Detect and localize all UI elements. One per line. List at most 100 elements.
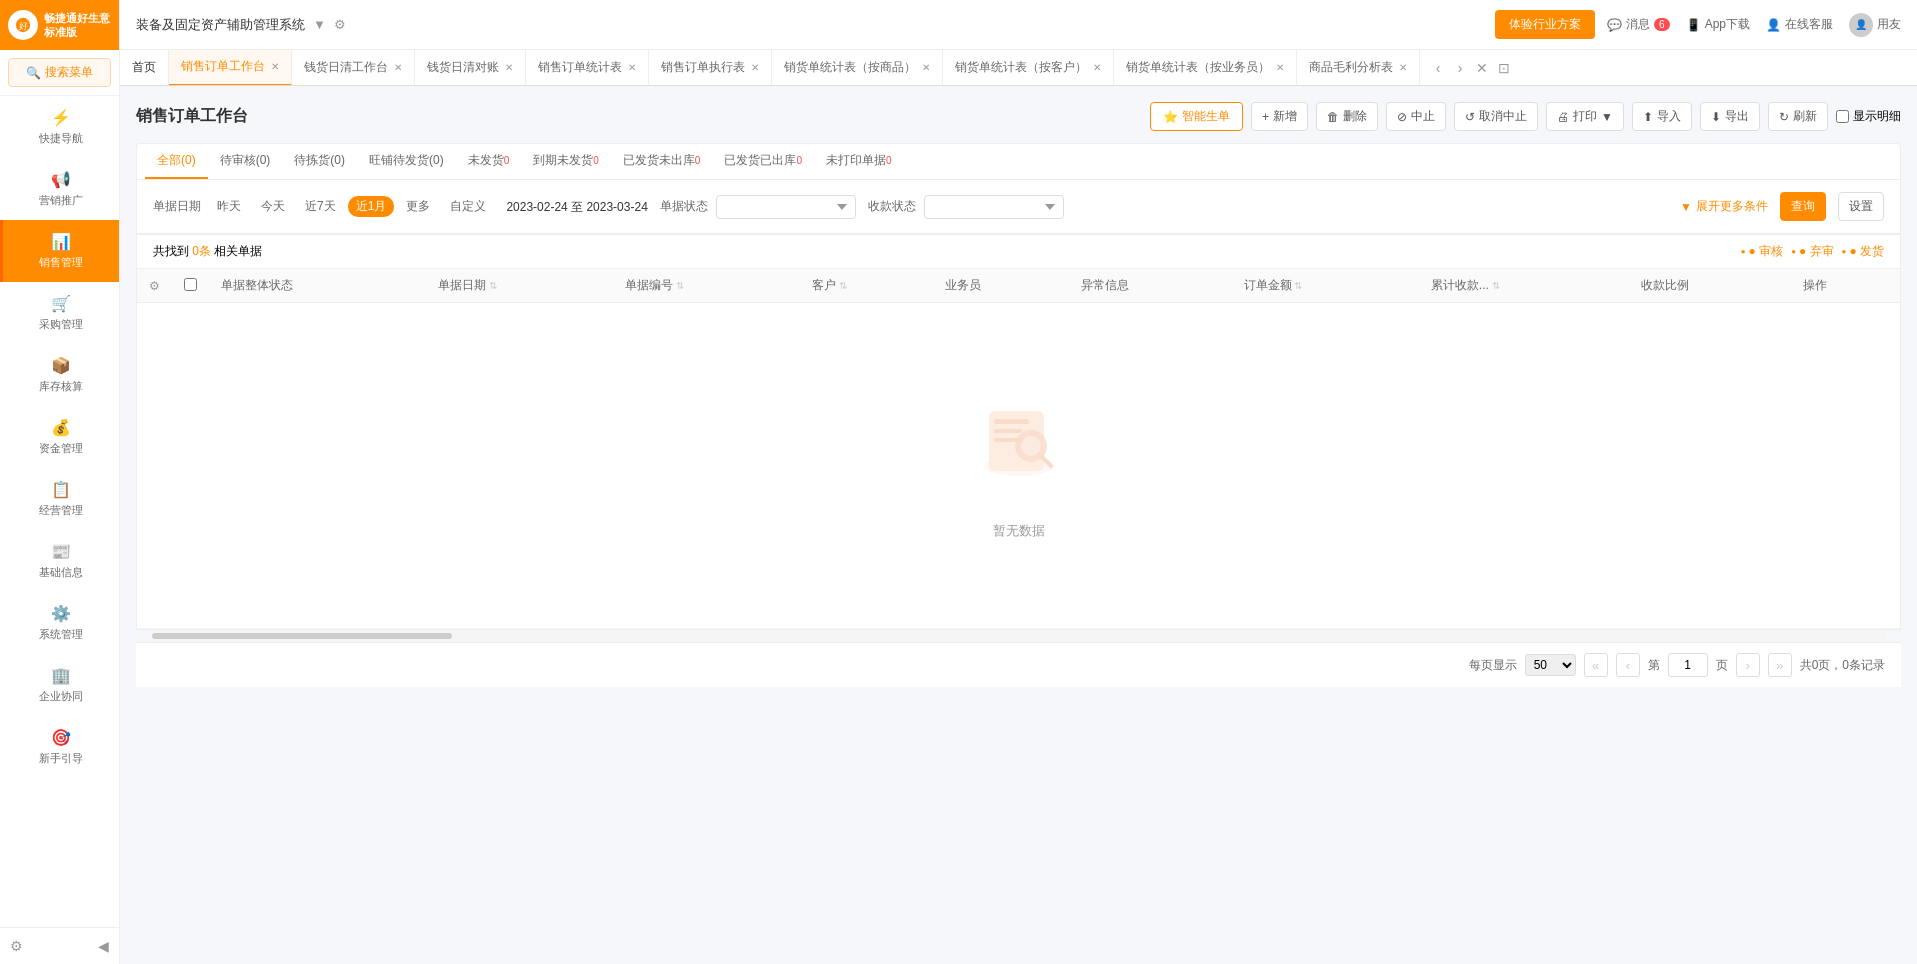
select-all-checkbox[interactable]: [184, 278, 197, 291]
col-amount[interactable]: 订单金额: [1232, 269, 1419, 303]
tab-close-gross-profit[interactable]: ✕: [1399, 62, 1407, 73]
tab-sales-by-staff[interactable]: 销货单统计表（按业务员） ✕: [1114, 50, 1297, 86]
expand-filter-button[interactable]: ▼ 展开更多条件: [1680, 198, 1768, 215]
review-op-button[interactable]: ● 审核: [1741, 243, 1783, 260]
select-all-header[interactable]: [172, 269, 209, 303]
tab-close-sales-by-staff[interactable]: ✕: [1276, 62, 1284, 73]
tab-close-cash-daily[interactable]: ✕: [394, 62, 402, 73]
sidebar-item-finance[interactable]: 💰 资金管理: [0, 406, 119, 468]
tab-sales-by-customer[interactable]: 销货单统计表（按客户） ✕: [943, 50, 1114, 86]
message-icon: 💬: [1607, 18, 1622, 32]
finance-icon: 💰: [51, 418, 71, 437]
date-1month[interactable]: 近1月: [348, 196, 395, 217]
import-button[interactable]: ⬆ 导入: [1632, 102, 1692, 131]
date-custom[interactable]: 自定义: [442, 196, 494, 217]
purchase-icon: 🛒: [51, 294, 71, 313]
sub-tab-wangpu-pending[interactable]: 旺铺待发货(0): [357, 144, 456, 179]
cancel-stop-button[interactable]: ↺ 取消中止: [1454, 102, 1538, 131]
table-header: ⚙ 单据整体状态 单据日期 单据编号 客户 业务员 异常信息 订单金额 累计收款…: [137, 269, 1900, 303]
tab-close-sales-by-product[interactable]: ✕: [922, 62, 930, 73]
col-number[interactable]: 单据编号: [613, 269, 800, 303]
settings-bottom-icon[interactable]: ⚙: [10, 938, 23, 954]
scrollbar-thumb[interactable]: [152, 633, 452, 639]
sub-tab-all[interactable]: 全部(0): [145, 144, 208, 179]
col-collected[interactable]: 累计收款...: [1419, 269, 1629, 303]
page-number-input[interactable]: [1668, 653, 1708, 677]
sub-tab-pending-inspect[interactable]: 待拣货(0): [282, 144, 357, 179]
search-button[interactable]: 查询: [1780, 192, 1826, 221]
sidebar-item-operations[interactable]: 📋 经营管理: [0, 468, 119, 530]
smart-create-button[interactable]: ⭐ 智能生单: [1150, 102, 1243, 131]
sidebar-item-sales[interactable]: 📊 销售管理: [0, 220, 119, 282]
print-button[interactable]: 🖨 打印 ▼: [1546, 102, 1624, 131]
export-button[interactable]: ⬇ 导出: [1700, 102, 1760, 131]
online-service-action[interactable]: 👤 在线客服: [1766, 16, 1833, 33]
tab-cash-daily[interactable]: 钱货日清工作台 ✕: [292, 50, 415, 86]
message-badge: 6: [1654, 18, 1670, 31]
sub-tab-not-printed[interactable]: 未打印单据0: [814, 144, 904, 179]
sidebar-item-enterprise[interactable]: 🏢 企业协同: [0, 654, 119, 716]
tab-close-sales-stat[interactable]: ✕: [628, 62, 636, 73]
horizontal-scrollbar[interactable]: [152, 630, 1885, 642]
sidebar-item-basic[interactable]: 📰 基础信息: [0, 530, 119, 592]
date-yesterday[interactable]: 昨天: [209, 196, 249, 217]
col-date[interactable]: 单据日期: [426, 269, 613, 303]
sidebar-item-marketing[interactable]: 📢 营销推广: [0, 158, 119, 220]
app-download-action[interactable]: 📱 App下载: [1686, 16, 1750, 33]
date-today[interactable]: 今天: [253, 196, 293, 217]
sub-tab-expired-not-shipped[interactable]: 到期未发货0: [521, 144, 611, 179]
title-dropdown-icon[interactable]: ▼: [313, 17, 326, 32]
message-action[interactable]: 💬 消息 6: [1607, 16, 1670, 33]
sidebar-item-system[interactable]: ⚙️ 系统管理: [0, 592, 119, 654]
last-page-button[interactable]: »: [1768, 653, 1792, 677]
delete-button[interactable]: 🗑 删除: [1316, 102, 1378, 131]
sub-tab-shipped-warehoused[interactable]: 已发货已出库0: [712, 144, 814, 179]
tab-next-button[interactable]: ›: [1450, 58, 1470, 78]
tab-gross-profit[interactable]: 商品毛利分析表 ✕: [1297, 50, 1420, 86]
tab-close-sales-by-customer[interactable]: ✕: [1093, 62, 1101, 73]
tab-sales-exec[interactable]: 销售订单执行表 ✕: [649, 50, 772, 86]
sidebar-item-quick-nav[interactable]: ⚡ 快捷导航: [0, 96, 119, 158]
topbar-settings-icon[interactable]: ⚙: [334, 17, 346, 32]
tab-cash-reconcile[interactable]: 钱货日清对账 ✕: [415, 50, 526, 86]
not-shipped-badge: 0: [504, 155, 510, 166]
next-page-button[interactable]: ›: [1736, 653, 1760, 677]
search-menu-button[interactable]: 🔍 搜索菜单: [8, 58, 111, 87]
sub-tab-not-shipped[interactable]: 未发货0: [456, 144, 522, 179]
sub-tab-pending-review[interactable]: 待审核(0): [208, 144, 283, 179]
tab-home[interactable]: 首页: [120, 50, 169, 86]
tab-sales-by-product[interactable]: 销货单统计表（按商品） ✕: [772, 50, 943, 86]
ship-op-button[interactable]: ● 发货: [1842, 243, 1884, 260]
settings-filter-button[interactable]: 设置: [1838, 192, 1884, 221]
column-settings[interactable]: ⚙: [137, 269, 172, 303]
date-7days[interactable]: 近7天: [297, 196, 344, 217]
refresh-button[interactable]: ↻ 刷新: [1768, 102, 1828, 131]
sidebar-item-purchase[interactable]: 🛒 采购管理: [0, 282, 119, 344]
user-menu[interactable]: 👤 用友: [1849, 13, 1901, 37]
sidebar-item-inventory[interactable]: 📦 库存核算: [0, 344, 119, 406]
receipt-select[interactable]: [924, 195, 1064, 219]
collapse-sidebar-button[interactable]: ◀: [98, 938, 109, 954]
date-more[interactable]: 更多: [398, 196, 438, 217]
add-button[interactable]: + 新增: [1251, 102, 1308, 131]
status-select[interactable]: [716, 195, 856, 219]
tab-close-sales-exec[interactable]: ✕: [751, 62, 759, 73]
show-detail-checkbox[interactable]: [1836, 110, 1849, 123]
tab-prev-button[interactable]: ‹: [1428, 58, 1448, 78]
first-page-button[interactable]: «: [1584, 653, 1608, 677]
sub-tab-shipped-not-warehoused[interactable]: 已发货未出库0: [611, 144, 713, 179]
abandon-op-button[interactable]: ● 弃审: [1791, 243, 1833, 260]
tab-close-cash-reconcile[interactable]: ✕: [505, 62, 513, 73]
page-size-select[interactable]: 50 100 200: [1525, 654, 1576, 676]
show-detail-checkbox-label[interactable]: 显示明细: [1836, 108, 1901, 125]
tab-sales-workbench[interactable]: 销售订单工作台 ✕: [169, 50, 292, 86]
tab-expand-button[interactable]: ⊡: [1494, 58, 1514, 78]
col-customer[interactable]: 客户: [800, 269, 933, 303]
prev-page-button[interactable]: ‹: [1616, 653, 1640, 677]
tab-close-all-button[interactable]: ✕: [1472, 58, 1492, 78]
tab-close-sales-workbench[interactable]: ✕: [271, 61, 279, 72]
stop-button[interactable]: ⊘ 中止: [1386, 102, 1446, 131]
solution-button[interactable]: 体验行业方案: [1495, 10, 1595, 39]
tab-sales-stat[interactable]: 销售订单统计表 ✕: [526, 50, 649, 86]
sidebar-item-guide[interactable]: 🎯 新手引导: [0, 716, 119, 778]
